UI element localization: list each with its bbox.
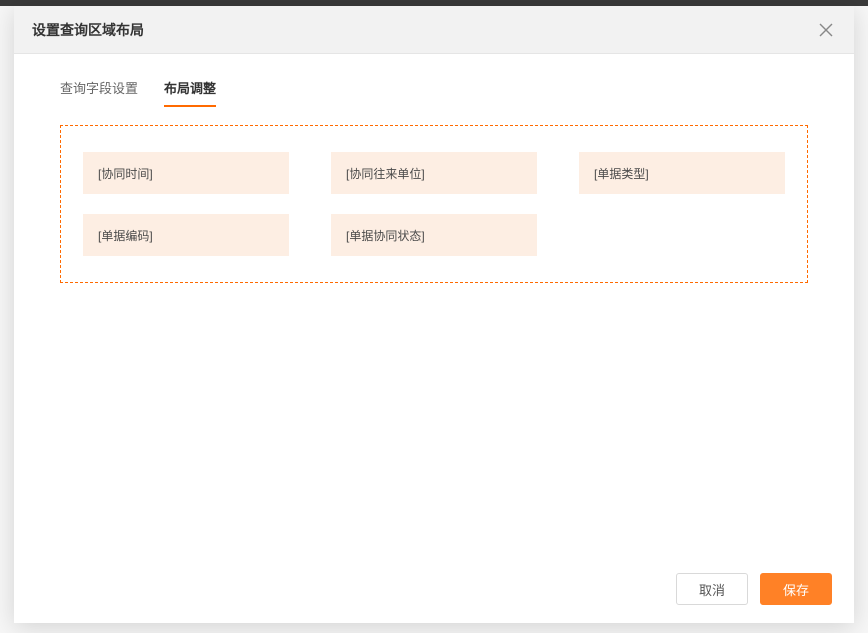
close-icon — [819, 23, 833, 37]
field-item-collab-time[interactable]: [协同时间] — [83, 152, 289, 194]
tab-layout-adjust[interactable]: 布局调整 — [164, 78, 216, 107]
cancel-button[interactable]: 取消 — [676, 573, 748, 605]
close-button[interactable] — [816, 20, 836, 40]
layout-dropzone[interactable]: [协同时间] [协同往来单位] [单据类型] [单据编码] [单据协同状态] — [60, 125, 808, 283]
tabs: 查询字段设置 布局调整 — [60, 78, 808, 107]
field-item-bill-status[interactable]: [单据协同状态] — [331, 214, 537, 256]
modal-footer: 取消 保存 — [14, 558, 854, 623]
layout-settings-modal: 设置查询区域布局 查询字段设置 布局调整 [协同时间] [协同往来单位] [单据… — [14, 6, 854, 623]
field-item-bill-code[interactable]: [单据编码] — [83, 214, 289, 256]
tab-query-field-settings[interactable]: 查询字段设置 — [60, 78, 138, 107]
field-item-collab-partner[interactable]: [协同往来单位] — [331, 152, 537, 194]
modal-title: 设置查询区域布局 — [32, 20, 144, 40]
modal-body: 查询字段设置 布局调整 [协同时间] [协同往来单位] [单据类型] [单据编码… — [14, 54, 854, 558]
modal-header: 设置查询区域布局 — [14, 6, 854, 54]
save-button[interactable]: 保存 — [760, 573, 832, 605]
field-item-bill-type[interactable]: [单据类型] — [579, 152, 785, 194]
